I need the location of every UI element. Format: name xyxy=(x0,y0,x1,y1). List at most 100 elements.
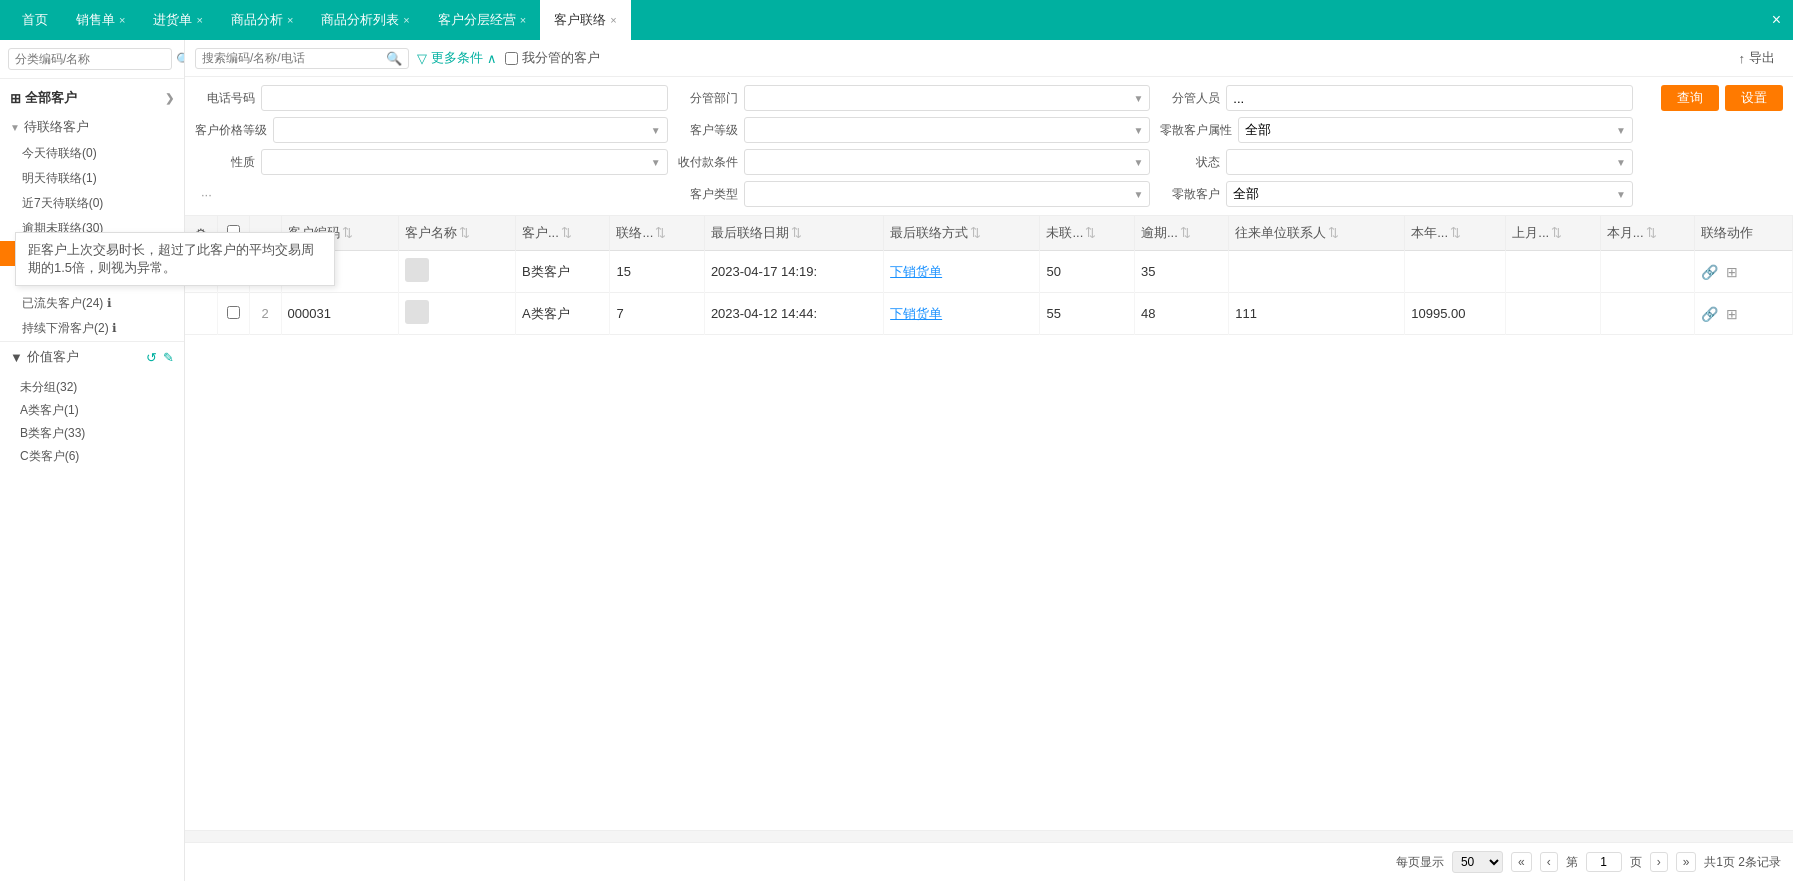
tree-item-tomorrow[interactable]: 明天待联络(1) xyxy=(0,166,184,191)
row2-this-month xyxy=(1600,293,1694,335)
nav-analysis-list-close[interactable]: × xyxy=(403,14,409,26)
tree-item-declining[interactable]: 持续下滑客户(2) ℹ xyxy=(0,316,184,341)
value-section-refresh-icon[interactable]: ↺ xyxy=(146,350,157,365)
nav-analysis-close[interactable]: × xyxy=(287,14,293,26)
row1-actions: 🔗 ⊞ xyxy=(1695,251,1793,293)
col-overdue: 逾期...⇅ xyxy=(1134,216,1228,251)
row1-contact-count: 15 xyxy=(610,251,704,293)
filter-phone-input[interactable] xyxy=(261,85,668,111)
window-close-button[interactable]: × xyxy=(1772,11,1781,29)
filter-customer-type-select[interactable]: ▼ xyxy=(744,181,1151,207)
nav-customer-contact-close[interactable]: × xyxy=(610,14,616,26)
value-item-a[interactable]: A类客户(1) xyxy=(0,399,184,422)
row2-code: 000031 xyxy=(281,293,398,335)
filter-customer-level-select[interactable]: ▼ xyxy=(744,117,1151,143)
nature-dropdown-icon: ▼ xyxy=(651,157,661,168)
tree-item-churned[interactable]: 已流失客户(24) ℹ xyxy=(0,291,184,316)
sidebar-search-input[interactable] xyxy=(8,48,172,70)
my-customer-checkbox[interactable] xyxy=(505,52,518,65)
row1-method-link[interactable]: 下销货单 xyxy=(890,264,942,279)
col-last-date: 最后联络日期⇅ xyxy=(704,216,883,251)
next-page-button[interactable]: › xyxy=(1650,852,1668,872)
row1-action-link-icon[interactable]: 🔗 xyxy=(1701,264,1718,280)
col-last-method: 最后联络方式⇅ xyxy=(884,216,1040,251)
table-wrap[interactable]: ⚙ 客户编码⇅ 客户名称⇅ 客户...⇅ 联络...⇅ 最后联络日期⇅ 最后联络… xyxy=(185,216,1793,830)
sidebar-search-icon[interactable]: 🔍 xyxy=(176,52,185,67)
filter-status-select[interactable]: ▼ xyxy=(1226,149,1633,175)
filter-extra-more-icon[interactable]: ··· xyxy=(195,187,218,202)
search-icon[interactable]: 🔍 xyxy=(386,51,402,66)
per-page-select[interactable]: 50 100 200 xyxy=(1452,851,1503,873)
top-navigation: 首页 销售单 × 进货单 × 商品分析 × 商品分析列表 × 客户分层经营 × … xyxy=(0,0,1793,40)
filter-manager-select[interactable]: ... xyxy=(1226,85,1633,111)
filter-manager: 分管人员 ... xyxy=(1160,85,1633,111)
prev-page-button[interactable]: ‹ xyxy=(1540,852,1558,872)
row2-checkbox xyxy=(217,293,249,335)
col-name: 客户名称⇅ xyxy=(398,216,515,251)
all-customers-header[interactable]: ⊞ 全部客户 ❯ xyxy=(0,83,184,113)
horizontal-scrollbar[interactable] xyxy=(185,830,1793,842)
row2-method-link[interactable]: 下销货单 xyxy=(890,306,942,321)
nav-analysis-list[interactable]: 商品分析列表 × xyxy=(307,0,423,40)
nav-sales-close[interactable]: × xyxy=(119,14,125,26)
nav-home[interactable]: 首页 xyxy=(8,0,62,40)
first-page-button[interactable]: « xyxy=(1511,852,1532,872)
nav-customer-segment[interactable]: 客户分层经营 × xyxy=(424,0,540,40)
filter-department: 分管部门 ▼ xyxy=(678,85,1151,111)
export-button[interactable]: ↑ 导出 xyxy=(1731,46,1784,70)
row1-action-grid-icon[interactable]: ⊞ xyxy=(1726,264,1738,280)
query-button[interactable]: 查询 xyxy=(1661,85,1719,111)
nav-customer-contact[interactable]: 客户联络 × xyxy=(540,0,630,40)
tree-item-7days[interactable]: 近7天待联络(0) xyxy=(0,191,184,216)
tree-item-today[interactable]: 今天待联络(0) xyxy=(0,141,184,166)
filter-nature: 性质 ▼ xyxy=(195,149,668,175)
row1-unit-contact xyxy=(1229,251,1405,293)
tree-collapse-icon[interactable]: ❯ xyxy=(165,92,174,105)
more-conditions-button[interactable]: ▽ 更多条件 ∧ xyxy=(417,49,497,67)
filter-department-label: 分管部门 xyxy=(678,90,738,107)
page-number-input[interactable] xyxy=(1586,852,1622,872)
nav-customer-segment-close[interactable]: × xyxy=(520,14,526,26)
settings-button[interactable]: 设置 xyxy=(1725,85,1783,111)
col-uncontacted: 未联...⇅ xyxy=(1040,216,1134,251)
filter-retail-select[interactable]: 全部 ▼ xyxy=(1226,181,1633,207)
row2-actions: 🔗 ⊞ xyxy=(1695,293,1793,335)
value-section-edit-icon[interactable]: ✎ xyxy=(163,350,174,365)
main-layout: 🔍 ⊞ 全部客户 ❯ ▼ 待联络客户 今天待联络(0) 明天待联络(1) 近7天… xyxy=(0,40,1793,881)
search-input[interactable] xyxy=(202,51,382,65)
payment-dropdown-icon: ▼ xyxy=(1133,157,1143,168)
filter-retail-attr-select[interactable]: 全部 ▼ xyxy=(1238,117,1633,143)
row2-action-grid-icon[interactable]: ⊞ xyxy=(1726,306,1738,322)
value-item-b[interactable]: B类客户(33) xyxy=(0,422,184,445)
row2-action-link-icon[interactable]: 🔗 xyxy=(1701,306,1718,322)
row2-select-checkbox[interactable] xyxy=(227,306,240,319)
filter-actions: 查询 设置 xyxy=(1643,85,1783,111)
filter-payment-select[interactable]: ▼ xyxy=(744,149,1151,175)
search-box: 🔍 xyxy=(195,48,409,69)
value-item-c[interactable]: C类客户(6) xyxy=(0,445,184,468)
nav-analysis[interactable]: 商品分析 × xyxy=(217,0,307,40)
department-dropdown-icon: ▼ xyxy=(1133,93,1143,104)
filter-department-select[interactable]: ▼ xyxy=(744,85,1151,111)
nav-purchase[interactable]: 进货单 × xyxy=(139,0,216,40)
page-text-label: 第 xyxy=(1566,854,1578,871)
row1-name xyxy=(398,251,515,293)
last-page-button[interactable]: » xyxy=(1676,852,1697,872)
pending-section[interactable]: ▼ 待联络客户 xyxy=(0,113,184,141)
filter-customer-type: 客户类型 ▼ xyxy=(678,181,1151,207)
filter-price-level-select[interactable]: ▼ xyxy=(273,117,668,143)
table-header-row: ⚙ 客户编码⇅ 客户名称⇅ 客户...⇅ 联络...⇅ 最后联络日期⇅ 最后联络… xyxy=(185,216,1793,251)
value-item-ungrouped[interactable]: 未分组(32) xyxy=(0,376,184,399)
filter-customer-level: 客户等级 ▼ xyxy=(678,117,1151,143)
row2-type: A类客户 xyxy=(515,293,609,335)
page-end-label: 页 xyxy=(1630,854,1642,871)
nav-purchase-close[interactable]: × xyxy=(196,14,202,26)
tree-grid-icon: ⊞ xyxy=(10,91,21,106)
filter-extra: ··· xyxy=(195,187,668,202)
row1-last-month xyxy=(1506,251,1600,293)
nav-sales[interactable]: 销售单 × xyxy=(62,0,139,40)
filter-nature-select[interactable]: ▼ xyxy=(261,149,668,175)
per-page-label: 每页显示 xyxy=(1396,854,1444,871)
filter-row-3: 性质 ▼ 收付款条件 ▼ 状态 ▼ xyxy=(195,149,1783,175)
sidebar: 🔍 ⊞ 全部客户 ❯ ▼ 待联络客户 今天待联络(0) 明天待联络(1) 近7天… xyxy=(0,40,185,881)
